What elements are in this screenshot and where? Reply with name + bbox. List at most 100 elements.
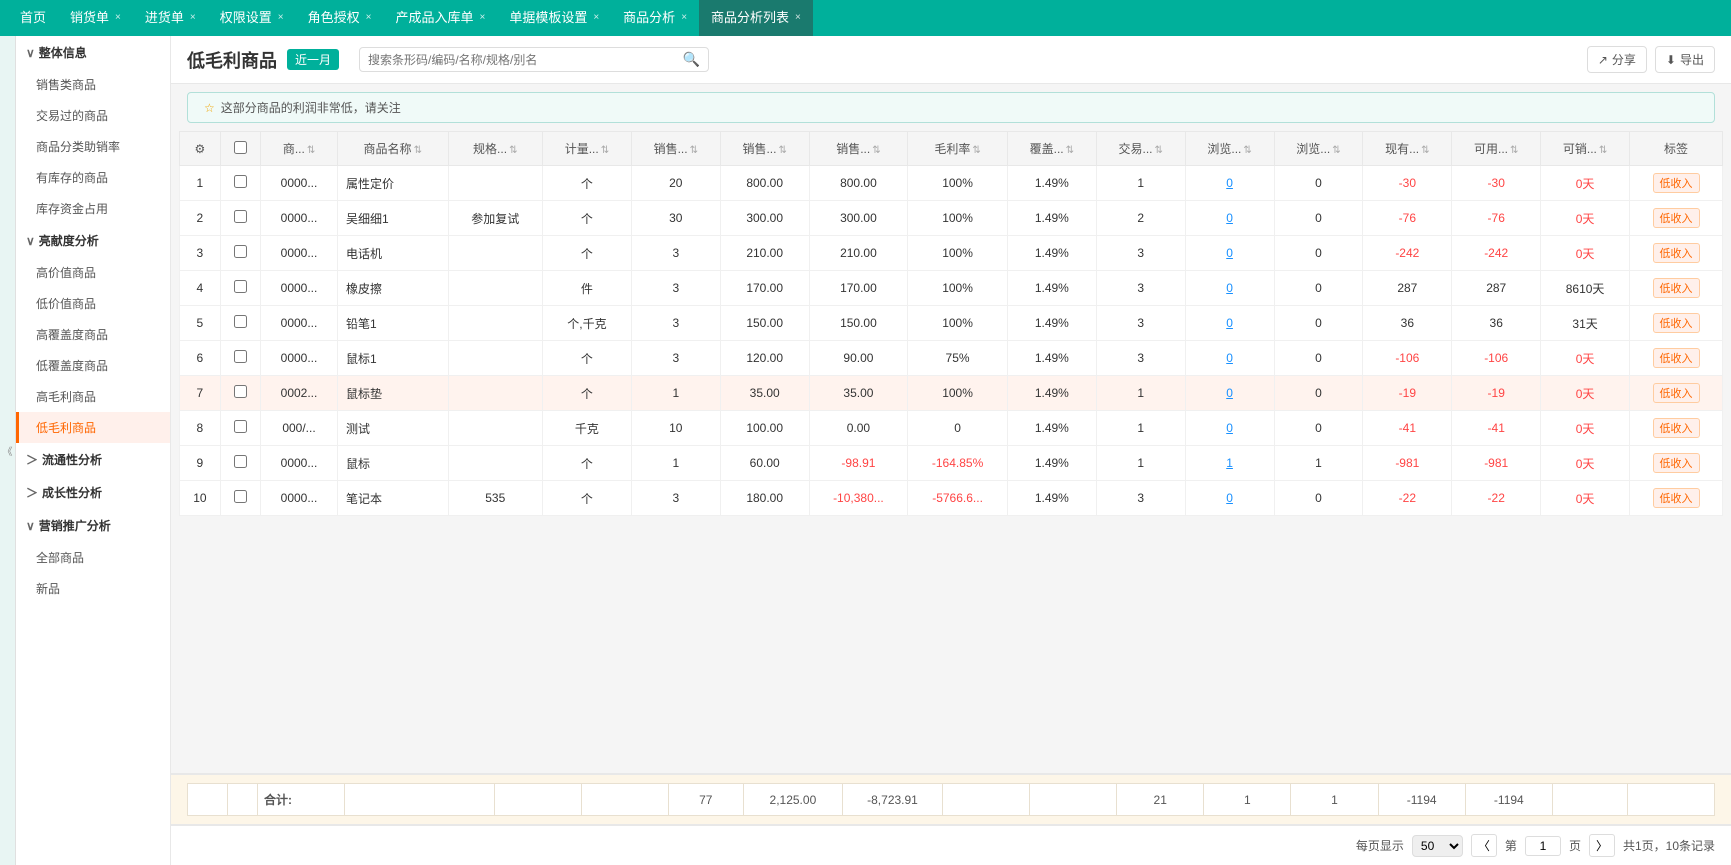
nav-purchase-order[interactable]: 进货单 ×	[133, 0, 208, 36]
nav-template-setting[interactable]: 单据模板设置 ×	[497, 0, 611, 36]
sidebar-item-new-goods[interactable]: 新品	[16, 573, 170, 604]
settings-column-header[interactable]: ⚙	[180, 132, 221, 166]
view2-column-header[interactable]: 浏览...⇅	[1274, 132, 1363, 166]
search-input[interactable]	[368, 53, 683, 67]
row-view1[interactable]: 0	[1185, 166, 1274, 201]
sidebar-item-stock-capital[interactable]: 库存资金占用	[16, 193, 170, 224]
row-checkbox[interactable]	[220, 236, 260, 271]
name-column-header[interactable]: 商品名称⇅	[337, 132, 448, 166]
trade-sort-icon[interactable]: ⇅	[1155, 145, 1163, 156]
qty-sort-icon[interactable]: ⇅	[690, 145, 698, 156]
name-sort-icon[interactable]: ⇅	[414, 145, 422, 156]
sidebar-item-traded-goods[interactable]: 交易过的商品	[16, 100, 170, 131]
row-checkbox[interactable]	[220, 341, 260, 376]
close-role-icon[interactable]: ×	[366, 0, 372, 36]
row-checkbox[interactable]	[220, 446, 260, 481]
collapse-sidebar-button[interactable]: 《	[0, 36, 16, 865]
sidebar-item-all-goods[interactable]: 全部商品	[16, 542, 170, 573]
row-view1[interactable]: 0	[1185, 481, 1274, 516]
sellable-column-header[interactable]: 可销...⇅	[1541, 132, 1630, 166]
close-sales-order-icon[interactable]: ×	[115, 0, 121, 36]
row-checkbox[interactable]	[220, 411, 260, 446]
available-column-header[interactable]: 可用...⇅	[1452, 132, 1541, 166]
close-purchase-order-icon[interactable]: ×	[190, 0, 196, 36]
current-column-header[interactable]: 现有...⇅	[1363, 132, 1452, 166]
nav-product-in[interactable]: 产成品入库单 ×	[383, 0, 497, 36]
sale-gross-column-header[interactable]: 销售...⇅	[809, 132, 908, 166]
close-template-icon[interactable]: ×	[593, 0, 599, 36]
sidebar-item-high-margin[interactable]: 高毛利商品	[16, 381, 170, 412]
row-view1[interactable]: 0	[1185, 376, 1274, 411]
sidebar-item-sales-goods[interactable]: 销售类商品	[16, 69, 170, 100]
nav-sales-order[interactable]: 销货单 ×	[58, 0, 133, 36]
row-select-checkbox[interactable]	[234, 245, 247, 258]
row-select-checkbox[interactable]	[234, 455, 247, 468]
row-checkbox[interactable]	[220, 306, 260, 341]
row-checkbox[interactable]	[220, 481, 260, 516]
search-icon[interactable]: 🔍	[683, 51, 700, 68]
row-checkbox[interactable]	[220, 201, 260, 236]
sale-qty-column-header[interactable]: 销售...⇅	[631, 132, 720, 166]
nav-role-auth[interactable]: 角色授权 ×	[296, 0, 384, 36]
row-select-checkbox[interactable]	[234, 315, 247, 328]
row-checkbox[interactable]	[220, 271, 260, 306]
row-view1[interactable]: 0	[1185, 341, 1274, 376]
coverage-sort-icon[interactable]: ⇅	[1066, 145, 1074, 156]
price-sort-icon[interactable]: ⇅	[778, 145, 786, 156]
tag-column-header[interactable]: 标签	[1630, 132, 1723, 166]
sidebar-group-circulation-header[interactable]: ＞ 流通性分析	[16, 443, 170, 476]
per-page-select[interactable]: 50 100 200	[1412, 835, 1463, 857]
page-input[interactable]	[1525, 836, 1561, 856]
trade-column-header[interactable]: 交易...⇅	[1096, 132, 1185, 166]
close-product-in-icon[interactable]: ×	[479, 0, 485, 36]
time-tag-button[interactable]: 近一月	[287, 49, 339, 70]
row-view1[interactable]: 0	[1185, 201, 1274, 236]
spec-column-header[interactable]: 规格...⇅	[448, 132, 542, 166]
close-permission-icon[interactable]: ×	[278, 0, 284, 36]
nav-goods-analysis[interactable]: 商品分析 ×	[611, 0, 699, 36]
view1-column-header[interactable]: 浏览...⇅	[1185, 132, 1274, 166]
prev-page-button[interactable]: 〈	[1471, 834, 1497, 857]
row-view1[interactable]: 0	[1185, 271, 1274, 306]
unit-sort-icon[interactable]: ⇅	[601, 145, 609, 156]
sidebar-group-overview-header[interactable]: ∨ 整体信息	[16, 36, 170, 69]
sidebar-group-growth-header[interactable]: ＞ 成长性分析	[16, 476, 170, 509]
sidebar-item-in-stock[interactable]: 有库存的商品	[16, 162, 170, 193]
gross-sort-icon[interactable]: ⇅	[872, 145, 880, 156]
row-view1[interactable]: 0	[1185, 306, 1274, 341]
sale-price-column-header[interactable]: 销售...⇅	[720, 132, 809, 166]
row-checkbox[interactable]	[220, 376, 260, 411]
close-goods-analysis-icon[interactable]: ×	[681, 0, 687, 36]
row-select-checkbox[interactable]	[234, 490, 247, 503]
sidebar-item-high-coverage[interactable]: 高覆盖度商品	[16, 319, 170, 350]
row-view1[interactable]: 1	[1185, 446, 1274, 481]
sidebar-item-high-value[interactable]: 高价值商品	[16, 257, 170, 288]
sidebar-item-low-value[interactable]: 低价值商品	[16, 288, 170, 319]
sidebar-item-low-margin[interactable]: 低毛利商品	[16, 412, 170, 443]
code-sort-icon[interactable]: ⇅	[307, 145, 315, 156]
nav-goods-analysis-list[interactable]: 商品分析列表 ×	[699, 0, 813, 36]
available-sort-icon[interactable]: ⇅	[1510, 145, 1518, 156]
close-goods-analysis-list-icon[interactable]: ×	[795, 0, 801, 36]
coverage-column-header[interactable]: 覆盖...⇅	[1007, 132, 1096, 166]
gross-rate-sort-icon[interactable]: ⇅	[972, 145, 980, 156]
sidebar-item-category-rate[interactable]: 商品分类助销率	[16, 131, 170, 162]
select-all-checkbox[interactable]	[234, 141, 247, 154]
share-button[interactable]: ↗ 分享	[1587, 46, 1647, 73]
row-checkbox[interactable]	[220, 166, 260, 201]
row-view1[interactable]: 0	[1185, 236, 1274, 271]
row-select-checkbox[interactable]	[234, 210, 247, 223]
sellable-sort-icon[interactable]: ⇅	[1599, 145, 1607, 156]
row-select-checkbox[interactable]	[234, 350, 247, 363]
nav-home[interactable]: 首页	[8, 0, 58, 36]
code-column-header[interactable]: 商...⇅	[261, 132, 338, 166]
current-sort-icon[interactable]: ⇅	[1421, 145, 1429, 156]
nav-permission-setting[interactable]: 权限设置 ×	[208, 0, 296, 36]
next-page-button[interactable]: 〉	[1589, 834, 1615, 857]
row-select-checkbox[interactable]	[234, 280, 247, 293]
sidebar-group-marketing-header[interactable]: ∨ 营销推广分析	[16, 509, 170, 542]
checkbox-column-header[interactable]	[220, 132, 260, 166]
gross-rate-column-header[interactable]: 毛利率⇅	[908, 132, 1008, 166]
row-select-checkbox[interactable]	[234, 420, 247, 433]
sidebar-item-low-coverage[interactable]: 低覆盖度商品	[16, 350, 170, 381]
